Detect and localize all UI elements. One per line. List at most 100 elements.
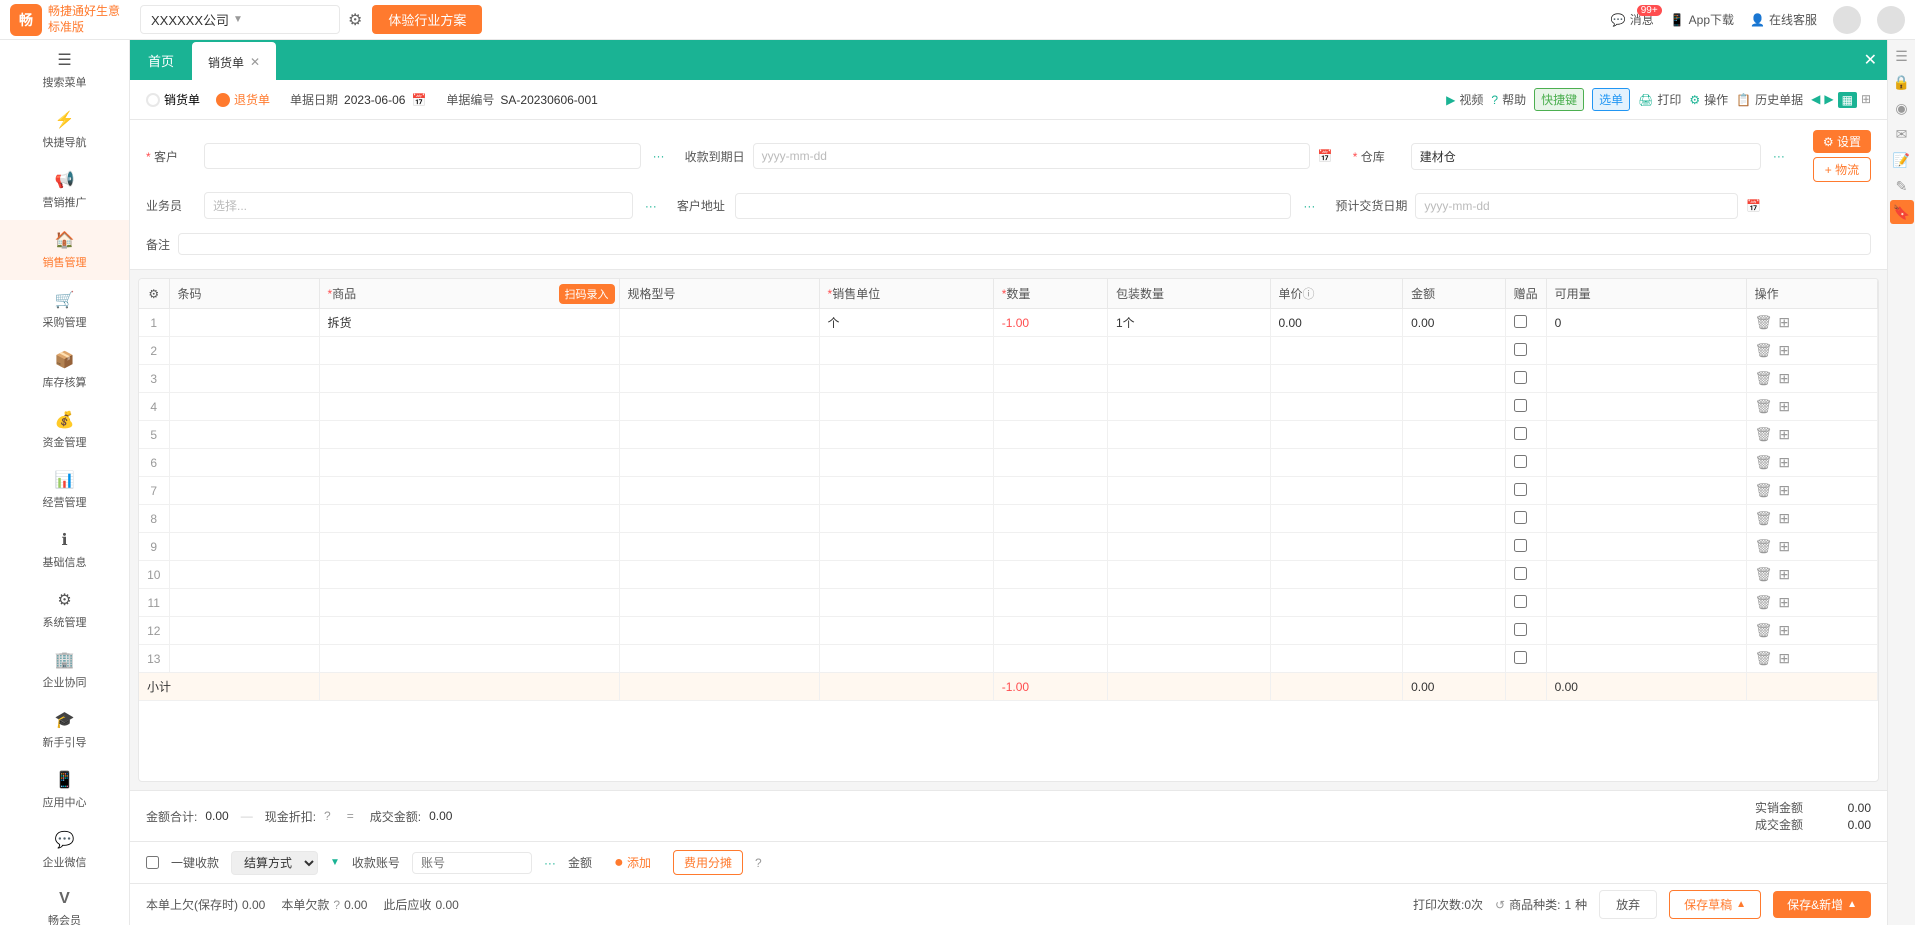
copy-row-icon[interactable]: ⊞	[1778, 342, 1790, 359]
copy-row-icon[interactable]: ⊞	[1778, 510, 1790, 527]
gift-cell[interactable]	[1505, 589, 1546, 617]
gift-cell[interactable]	[1505, 309, 1546, 337]
price-cell[interactable]	[1270, 533, 1403, 561]
pkg-qty-cell[interactable]	[1107, 365, 1270, 393]
amount-cell[interactable]	[1403, 505, 1506, 533]
gift-cell[interactable]	[1505, 505, 1546, 533]
qty-cell[interactable]	[993, 393, 1107, 421]
copy-row-icon[interactable]: ⊞	[1778, 622, 1790, 639]
copy-row-icon[interactable]: ⊞	[1778, 594, 1790, 611]
operate-btn[interactable]: ⚙ 操作	[1689, 91, 1728, 108]
customer-addr-dots[interactable]: ···	[1303, 199, 1315, 213]
sidebar-item-app-center[interactable]: 📱 应用中心	[0, 760, 129, 820]
pkg-qty-cell[interactable]	[1107, 533, 1270, 561]
price-cell[interactable]	[1270, 365, 1403, 393]
payment-date-calendar-icon[interactable]: 📅	[1318, 149, 1333, 163]
qty-cell[interactable]	[993, 421, 1107, 449]
price-cell[interactable]	[1270, 337, 1403, 365]
barcode-cell[interactable]	[169, 645, 319, 673]
radio-sale[interactable]: 销货单	[146, 91, 200, 108]
tab-home[interactable]: 首页	[130, 40, 192, 80]
company-selector[interactable]: XXXXXX公司 ▼	[140, 5, 340, 34]
tab-sales-order[interactable]: 销货单 ✕	[192, 42, 276, 82]
sidebar-item-system[interactable]: ⚙ 系统管理	[0, 580, 129, 640]
gift-cell[interactable]	[1505, 337, 1546, 365]
spec-cell[interactable]	[619, 365, 819, 393]
spec-cell[interactable]	[619, 617, 819, 645]
sidebar-item-search[interactable]: ☰ 搜索菜单	[0, 40, 129, 100]
pkg-qty-cell[interactable]	[1107, 337, 1270, 365]
copy-row-icon[interactable]: ⊞	[1778, 650, 1790, 667]
customer-dots[interactable]: ···	[653, 149, 665, 163]
print-btn[interactable]: 🖨 打印	[1638, 91, 1681, 108]
account-dots[interactable]: ···	[544, 856, 556, 870]
gift-cell[interactable]	[1505, 393, 1546, 421]
unit-cell[interactable]	[819, 337, 993, 365]
pkg-qty-cell[interactable]	[1107, 421, 1270, 449]
qty-cell[interactable]	[993, 589, 1107, 617]
settings-icon[interactable]: ⚙	[348, 10, 362, 30]
goods-cell[interactable]	[319, 477, 619, 505]
notes-input[interactable]	[178, 233, 1871, 255]
sidebar-item-guide[interactable]: 🎓 新手引导	[0, 700, 129, 760]
history-btn[interactable]: 📋 历史单据	[1736, 91, 1803, 108]
copy-row-icon[interactable]: ⊞	[1778, 482, 1790, 499]
amount-cell[interactable]	[1403, 477, 1506, 505]
pkg-qty-cell[interactable]	[1107, 449, 1270, 477]
select-btn[interactable]: 选单	[1592, 88, 1630, 111]
amount-cell[interactable]	[1403, 645, 1506, 673]
calendar-icon[interactable]: 📅	[411, 93, 426, 107]
price-cell[interactable]	[1270, 393, 1403, 421]
qty-cell[interactable]	[993, 337, 1107, 365]
spec-cell[interactable]	[619, 645, 819, 673]
qty-cell[interactable]	[993, 533, 1107, 561]
list-view-icon[interactable]: ◀	[1811, 92, 1820, 108]
tab-close-icon[interactable]: ✕	[250, 55, 260, 69]
amount-cell[interactable]	[1403, 533, 1506, 561]
delete-row-icon[interactable]: 🗑	[1755, 510, 1773, 527]
unit-cell[interactable]	[819, 561, 993, 589]
pkg-qty-cell[interactable]	[1107, 505, 1270, 533]
delete-row-icon[interactable]: 🗑	[1755, 314, 1773, 331]
gift-cell[interactable]	[1505, 533, 1546, 561]
unit-cell[interactable]	[819, 505, 993, 533]
unit-cell[interactable]	[819, 533, 993, 561]
warehouse-input[interactable]: 建材仓	[1411, 143, 1761, 170]
unit-cell[interactable]	[819, 645, 993, 673]
video-btn[interactable]: ▶ 视频	[1446, 91, 1483, 108]
goods-cell[interactable]	[319, 337, 619, 365]
goods-cell[interactable]	[319, 589, 619, 617]
warehouse-dots[interactable]: ···	[1773, 149, 1785, 163]
account-input[interactable]	[412, 852, 532, 874]
unit-cell[interactable]	[819, 589, 993, 617]
expense-split-button[interactable]: 费用分摊	[673, 850, 743, 875]
amount-cell[interactable]	[1403, 449, 1506, 477]
amount-cell[interactable]	[1403, 617, 1506, 645]
goods-cell[interactable]	[319, 449, 619, 477]
save-new-button[interactable]: 保存&新增 ▲	[1773, 891, 1871, 918]
right-panel-icon-2[interactable]: 🔒	[1890, 70, 1914, 94]
unit-cell[interactable]	[819, 365, 993, 393]
unit-cell[interactable]: 个	[819, 309, 993, 337]
goods-cell[interactable]	[319, 365, 619, 393]
th-settings[interactable]: ⚙	[139, 279, 169, 309]
goods-cell[interactable]	[319, 421, 619, 449]
copy-row-icon[interactable]: ⊞	[1778, 454, 1790, 471]
table-view-icon[interactable]: ⊞	[1861, 92, 1871, 108]
app-download-button[interactable]: 📱 App下载	[1670, 11, 1734, 28]
unit-cell[interactable]	[819, 421, 993, 449]
qty-cell[interactable]: -1.00	[993, 309, 1107, 337]
price-cell[interactable]	[1270, 617, 1403, 645]
delete-row-icon[interactable]: 🗑	[1755, 482, 1773, 499]
qty-cell[interactable]	[993, 561, 1107, 589]
sidebar-item-member[interactable]: V 畅会员	[0, 880, 129, 925]
right-panel-icon-6[interactable]: ✎	[1890, 174, 1914, 198]
copy-row-icon[interactable]: ⊞	[1778, 426, 1790, 443]
right-panel-icon-5[interactable]: 📝	[1890, 148, 1914, 172]
copy-row-icon[interactable]: ⊞	[1778, 370, 1790, 387]
amount-cell[interactable]: 0.00	[1403, 309, 1506, 337]
view-icon-1[interactable]: ▶	[1824, 92, 1833, 108]
qty-cell[interactable]	[993, 505, 1107, 533]
right-panel-icon-1[interactable]: ☰	[1890, 44, 1914, 68]
spec-cell[interactable]	[619, 421, 819, 449]
